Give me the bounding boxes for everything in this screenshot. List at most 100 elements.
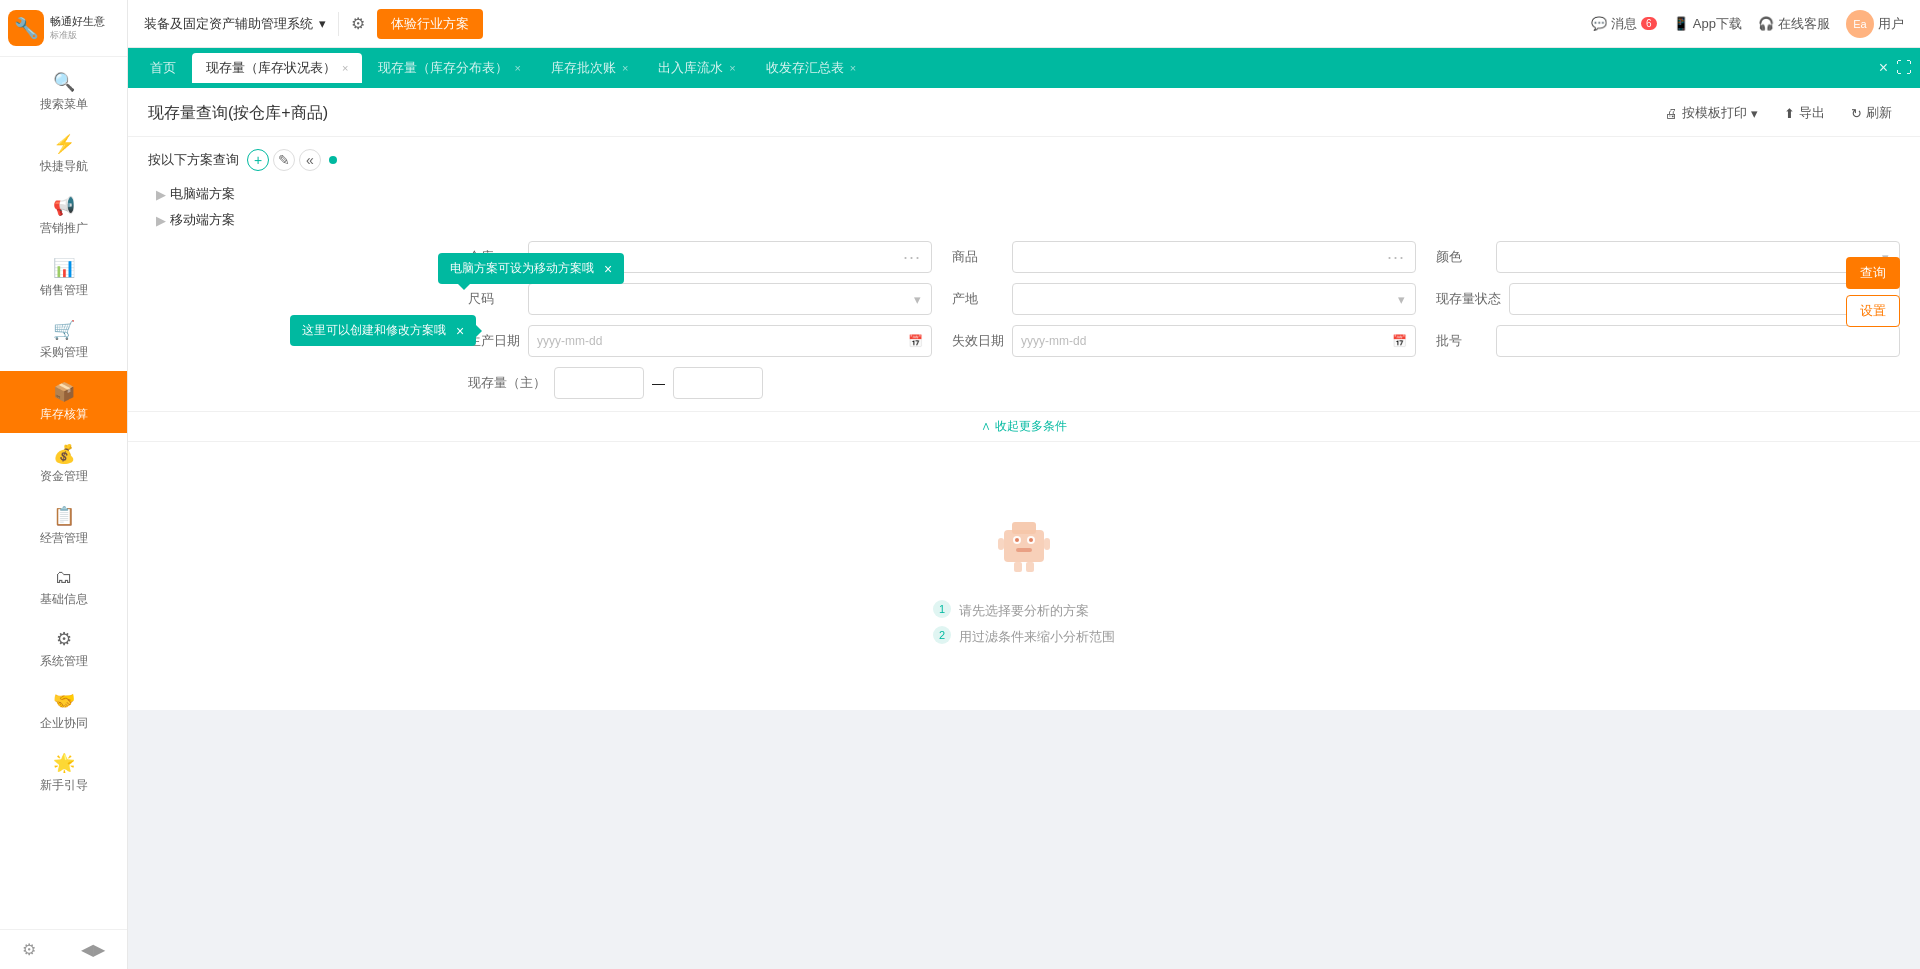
message-icon: 💬 xyxy=(1591,16,1607,31)
scheme-tree-item-mobile[interactable]: ▶ 移动端方案 xyxy=(156,207,1900,233)
sidebar-item-guide[interactable]: 🌟 新手引导 xyxy=(0,742,127,804)
sidebar-item-quicknav[interactable]: ⚡ 快捷导航 xyxy=(0,123,127,185)
tab-batch[interactable]: 库存批次账 × xyxy=(537,53,642,83)
tooltip1-close[interactable]: × xyxy=(604,261,612,277)
collapse-icon: ∧ xyxy=(981,419,991,433)
support-label: 在线客服 xyxy=(1778,15,1830,33)
sidebar-item-label-finance: 资金管理 xyxy=(40,468,88,485)
scheme-name-mobile: 移动端方案 xyxy=(170,211,235,229)
tab-summary-close[interactable]: × xyxy=(850,62,856,74)
sidebar-item-label-purchase: 采购管理 xyxy=(40,344,88,361)
sidebar-settings-btn[interactable]: ⚙ xyxy=(22,940,36,959)
empty-illustration xyxy=(984,502,1064,582)
sidebar-item-basic[interactable]: 🗂 基础信息 xyxy=(0,557,127,618)
support-btn[interactable]: 🎧 在线客服 xyxy=(1758,15,1830,33)
print-dropdown-icon: ▾ xyxy=(1751,106,1758,121)
refresh-btn[interactable]: ↻ 刷新 xyxy=(1843,100,1900,126)
sidebar-item-label-search: 搜索菜单 xyxy=(40,96,88,113)
tab-home[interactable]: 首页 xyxy=(136,53,190,83)
print-btn[interactable]: 🖨 按模板打印 ▾ xyxy=(1657,100,1766,126)
sidebar-item-label-enterprise: 企业协同 xyxy=(40,715,88,732)
page-actions: 🖨 按模板打印 ▾ ⬆ 导出 ↻ 刷新 xyxy=(1657,100,1900,126)
collapse-bar[interactable]: ∧ 收起更多条件 xyxy=(128,412,1920,442)
tabs-right: × ⛶ xyxy=(1879,59,1912,77)
produce-date-input[interactable]: yyyy-mm-dd 📅 xyxy=(528,325,932,357)
stock-status-label: 现存量状态 xyxy=(1436,290,1501,308)
batch-input[interactable] xyxy=(1496,325,1900,357)
expire-date-input[interactable]: yyyy-mm-dd 📅 xyxy=(1012,325,1416,357)
sidebar-item-enterprise[interactable]: 🤝 企业协同 xyxy=(0,680,127,742)
sidebar-item-system[interactable]: ⚙ 系统管理 xyxy=(0,618,127,680)
tab-flow[interactable]: 出入库流水 × xyxy=(644,53,749,83)
management-icon: 📋 xyxy=(53,505,75,527)
svg-point-5 xyxy=(1029,538,1033,542)
page-header: 现存量查询(按仓库+商品) 🖨 按模板打印 ▾ ⬆ 导出 ↻ 刷新 xyxy=(128,88,1920,137)
goods-select[interactable]: ··· xyxy=(1012,241,1416,273)
tree-arrow-mobile: ▶ xyxy=(156,213,166,228)
tab-batch-close[interactable]: × xyxy=(622,62,628,74)
scheme-tree-item-desktop[interactable]: ▶ 电脑端方案 xyxy=(156,181,1900,207)
color-select[interactable]: ▾ xyxy=(1496,241,1900,273)
sidebar-item-marketing[interactable]: 📢 营销推广 xyxy=(0,185,127,247)
tabs-bar: 首页 现存量（库存状况表） × 现存量（库存分布表） × 库存批次账 × 出入库… xyxy=(128,48,1920,88)
origin-label: 产地 xyxy=(952,290,1004,308)
guide-icon: 🌟 xyxy=(53,752,75,774)
sidebar-collapse-btn[interactable]: ◀▶ xyxy=(81,940,105,959)
tip-text-1: 请先选择要分析的方案 xyxy=(959,598,1089,624)
sidebar-item-purchase[interactable]: 🛒 采购管理 xyxy=(0,309,127,371)
edit-scheme-btn[interactable]: ✎ xyxy=(273,149,295,171)
filter-row-stock-status: 现存量状态 ▾ xyxy=(1436,283,1900,315)
industry-btn[interactable]: 体验行业方案 xyxy=(377,9,483,39)
svg-rect-6 xyxy=(1016,548,1032,552)
add-scheme-btn[interactable]: + xyxy=(247,149,269,171)
sidebar-item-search[interactable]: 🔍 搜索菜单 xyxy=(0,61,127,123)
sidebar-item-label-quicknav: 快捷导航 xyxy=(40,158,88,175)
support-icon: 🎧 xyxy=(1758,16,1774,31)
origin-select[interactable]: ▾ xyxy=(1012,283,1416,315)
tooltip2-close[interactable]: × xyxy=(456,323,464,339)
tabs-expand-btn[interactable]: ⛶ xyxy=(1896,59,1912,77)
tab-stock-dist[interactable]: 现存量（库存分布表） × xyxy=(364,53,534,83)
empty-state: 1 请先选择要分析的方案 2 用过滤条件来缩小分析范围 xyxy=(128,442,1920,710)
user-menu[interactable]: Ea 用户 xyxy=(1846,10,1904,38)
stock-qty-from[interactable] xyxy=(554,367,644,399)
prev-scheme-btn[interactable]: « xyxy=(299,149,321,171)
sidebar-item-sales[interactable]: 📊 销售管理 xyxy=(0,247,127,309)
header-settings-btn[interactable]: ⚙ xyxy=(351,14,365,33)
tab-flow-close[interactable]: × xyxy=(729,62,735,74)
svg-rect-0 xyxy=(1004,530,1044,562)
app-download-btn[interactable]: 📱 App下载 xyxy=(1673,15,1742,33)
sidebar-item-label-basic: 基础信息 xyxy=(40,591,88,608)
sidebar-item-finance[interactable]: 💰 资金管理 xyxy=(0,433,127,495)
search-btn[interactable]: 查询 xyxy=(1846,257,1900,289)
tab-summary[interactable]: 收发存汇总表 × xyxy=(752,53,870,83)
sidebar-item-inventory[interactable]: 📦 库存核算 xyxy=(0,371,127,433)
empty-tips: 1 请先选择要分析的方案 2 用过滤条件来缩小分析范围 xyxy=(933,598,1115,650)
expire-date-placeholder: yyyy-mm-dd xyxy=(1021,334,1086,348)
phone-icon: 📱 xyxy=(1673,16,1689,31)
stock-qty-to[interactable] xyxy=(673,367,763,399)
sidebar-item-label-guide: 新手引导 xyxy=(40,777,88,794)
filter-row-goods: 商品 ··· xyxy=(952,241,1416,273)
app-name: 畅通好生意 xyxy=(50,14,105,28)
marketing-icon: 📢 xyxy=(53,195,75,217)
scheme-dot xyxy=(329,156,337,164)
logo-icon: 🔧 xyxy=(8,10,44,46)
tab-stock-status-close[interactable]: × xyxy=(342,62,348,74)
tab-home-label: 首页 xyxy=(150,59,176,77)
svg-rect-10 xyxy=(1026,562,1034,572)
export-btn[interactable]: ⬆ 导出 xyxy=(1776,100,1833,126)
size-select[interactable]: ▾ xyxy=(528,283,932,315)
tree-arrow-desktop: ▶ xyxy=(156,187,166,202)
stock-status-select[interactable]: ▾ xyxy=(1509,283,1900,315)
sidebar-item-management[interactable]: 📋 经营管理 xyxy=(0,495,127,557)
tabs-close-btn[interactable]: × xyxy=(1879,59,1888,77)
scheme-tree: ▶ 电脑端方案 ▶ 移动端方案 xyxy=(156,181,1900,233)
system-selector[interactable]: 装备及固定资产辅助管理系统 ▾ xyxy=(144,15,326,33)
message-btn[interactable]: 💬 消息 6 xyxy=(1591,15,1657,33)
tab-stock-status[interactable]: 现存量（库存状况表） × xyxy=(192,53,362,83)
tab-batch-label: 库存批次账 xyxy=(551,59,616,77)
tab-stock-dist-close[interactable]: × xyxy=(514,62,520,74)
page-title: 现存量查询(按仓库+商品) xyxy=(148,103,328,124)
reset-btn[interactable]: 设置 xyxy=(1846,295,1900,327)
